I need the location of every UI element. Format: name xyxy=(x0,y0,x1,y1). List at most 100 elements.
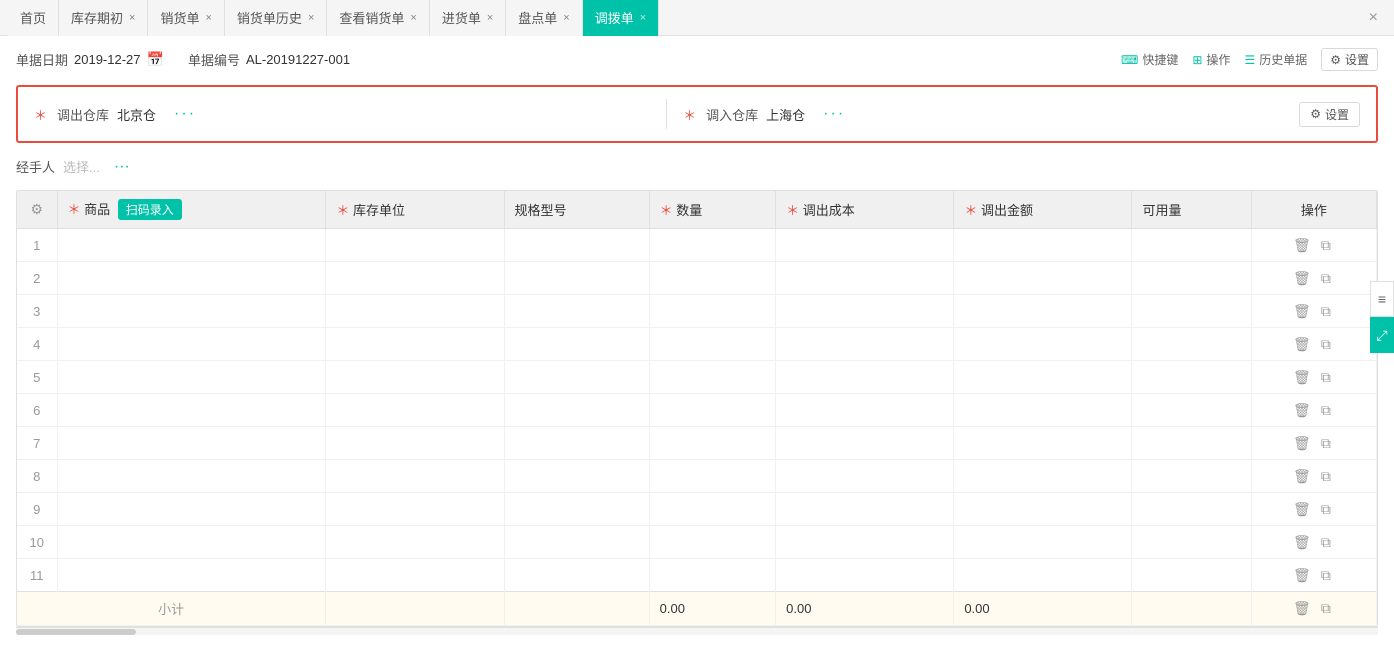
row-qty[interactable] xyxy=(649,559,776,592)
copy-icon[interactable]: ⧉ xyxy=(1317,269,1335,287)
row-product[interactable] xyxy=(57,460,326,493)
tab-inventory-check[interactable]: 盘点单 × xyxy=(506,0,582,36)
copy-icon[interactable]: ⧉ xyxy=(1317,566,1335,584)
copy-icon[interactable]: ⧉ xyxy=(1317,335,1335,353)
row-cost[interactable] xyxy=(776,262,954,295)
tab-transfer[interactable]: 调拨单 × xyxy=(583,0,659,36)
row-spec[interactable] xyxy=(504,295,649,328)
row-product[interactable] xyxy=(57,427,326,460)
row-product[interactable] xyxy=(57,526,326,559)
row-amount[interactable] xyxy=(954,229,1132,262)
row-amount[interactable] xyxy=(954,328,1132,361)
row-qty[interactable] xyxy=(649,361,776,394)
row-spec[interactable] xyxy=(504,262,649,295)
row-spec[interactable] xyxy=(504,460,649,493)
row-available[interactable] xyxy=(1132,427,1251,460)
row-amount[interactable] xyxy=(954,460,1132,493)
operation-btn[interactable]: ⊞ 操作 xyxy=(1192,51,1230,68)
row-product[interactable] xyxy=(57,559,326,592)
row-spec[interactable] xyxy=(504,427,649,460)
copy-icon[interactable]: ⧉ xyxy=(1317,467,1335,485)
row-product[interactable] xyxy=(57,295,326,328)
row-qty[interactable] xyxy=(649,328,776,361)
delete-icon[interactable]: 🗑 xyxy=(1293,434,1311,452)
row-unit[interactable] xyxy=(326,361,504,394)
calendar-icon[interactable]: 📅 xyxy=(147,51,164,68)
row-qty[interactable] xyxy=(649,493,776,526)
row-available[interactable] xyxy=(1132,361,1251,394)
row-spec[interactable] xyxy=(504,229,649,262)
shortcut-btn[interactable]: ⌨ 快捷键 xyxy=(1121,51,1178,68)
row-unit[interactable] xyxy=(326,559,504,592)
delete-icon[interactable]: 🗑 xyxy=(1293,236,1311,254)
tab-close-purchase[interactable]: × xyxy=(487,12,493,24)
row-qty[interactable] xyxy=(649,394,776,427)
row-spec[interactable] xyxy=(504,394,649,427)
row-amount[interactable] xyxy=(954,493,1132,526)
row-spec[interactable] xyxy=(504,559,649,592)
row-available[interactable] xyxy=(1132,295,1251,328)
row-product[interactable] xyxy=(57,328,326,361)
row-available[interactable] xyxy=(1132,493,1251,526)
row-available[interactable] xyxy=(1132,394,1251,427)
row-available[interactable] xyxy=(1132,229,1251,262)
warehouse-in-value[interactable]: 上海仓 xyxy=(766,105,805,124)
tab-home[interactable]: 首页 xyxy=(8,0,59,36)
tab-close-transfer[interactable]: × xyxy=(640,12,646,24)
row-unit[interactable] xyxy=(326,526,504,559)
row-available[interactable] xyxy=(1132,559,1251,592)
row-qty[interactable] xyxy=(649,460,776,493)
row-qty[interactable] xyxy=(649,526,776,559)
row-qty[interactable] xyxy=(649,295,776,328)
row-unit[interactable] xyxy=(326,460,504,493)
row-qty[interactable] xyxy=(649,427,776,460)
row-product[interactable] xyxy=(57,262,326,295)
row-amount[interactable] xyxy=(954,295,1132,328)
row-cost[interactable] xyxy=(776,328,954,361)
row-spec[interactable] xyxy=(504,526,649,559)
float-expand-icon[interactable]: ⤢ xyxy=(1370,317,1394,353)
row-available[interactable] xyxy=(1132,460,1251,493)
row-spec[interactable] xyxy=(504,328,649,361)
row-spec[interactable] xyxy=(504,493,649,526)
row-spec[interactable] xyxy=(504,361,649,394)
scroll-thumb[interactable] xyxy=(16,629,136,635)
manager-more-icon[interactable]: ··· xyxy=(114,158,130,176)
tab-close-inventory-check[interactable]: × xyxy=(563,12,569,24)
row-cost[interactable] xyxy=(776,427,954,460)
scan-button[interactable]: 扫码录入 xyxy=(118,199,182,220)
row-unit[interactable] xyxy=(326,394,504,427)
row-amount[interactable] xyxy=(954,394,1132,427)
row-available[interactable] xyxy=(1132,262,1251,295)
section-settings-button[interactable]: ⚙ 设置 xyxy=(1299,102,1360,127)
delete-icon[interactable]: 🗑 xyxy=(1293,401,1311,419)
tab-close-sales-order[interactable]: × xyxy=(205,12,211,24)
tab-purchase[interactable]: 进货单 × xyxy=(430,0,506,36)
copy-icon[interactable]: ⧉ xyxy=(1317,434,1335,452)
tab-sales-history[interactable]: 销货单历史 × xyxy=(225,0,327,36)
subtotal-copy-icon[interactable]: ⧉ xyxy=(1317,600,1335,618)
row-unit[interactable] xyxy=(326,493,504,526)
row-cost[interactable] xyxy=(776,559,954,592)
row-amount[interactable] xyxy=(954,262,1132,295)
row-cost[interactable] xyxy=(776,361,954,394)
copy-icon[interactable]: ⧉ xyxy=(1317,368,1335,386)
row-qty[interactable] xyxy=(649,262,776,295)
copy-icon[interactable]: ⧉ xyxy=(1317,302,1335,320)
row-cost[interactable] xyxy=(776,394,954,427)
row-available[interactable] xyxy=(1132,526,1251,559)
row-product[interactable] xyxy=(57,229,326,262)
row-unit[interactable] xyxy=(326,262,504,295)
row-product[interactable] xyxy=(57,493,326,526)
window-close-icon[interactable]: × xyxy=(1361,9,1386,27)
warehouse-in-more-icon[interactable]: ··· xyxy=(823,105,845,123)
row-unit[interactable] xyxy=(326,229,504,262)
copy-icon[interactable]: ⧉ xyxy=(1317,236,1335,254)
warehouse-out-more-icon[interactable]: ··· xyxy=(174,105,196,123)
delete-icon[interactable]: 🗑 xyxy=(1293,368,1311,386)
delete-icon[interactable]: 🗑 xyxy=(1293,335,1311,353)
float-list-icon[interactable]: ≡ xyxy=(1370,281,1394,317)
delete-icon[interactable]: 🗑 xyxy=(1293,500,1311,518)
row-cost[interactable] xyxy=(776,526,954,559)
row-unit[interactable] xyxy=(326,295,504,328)
